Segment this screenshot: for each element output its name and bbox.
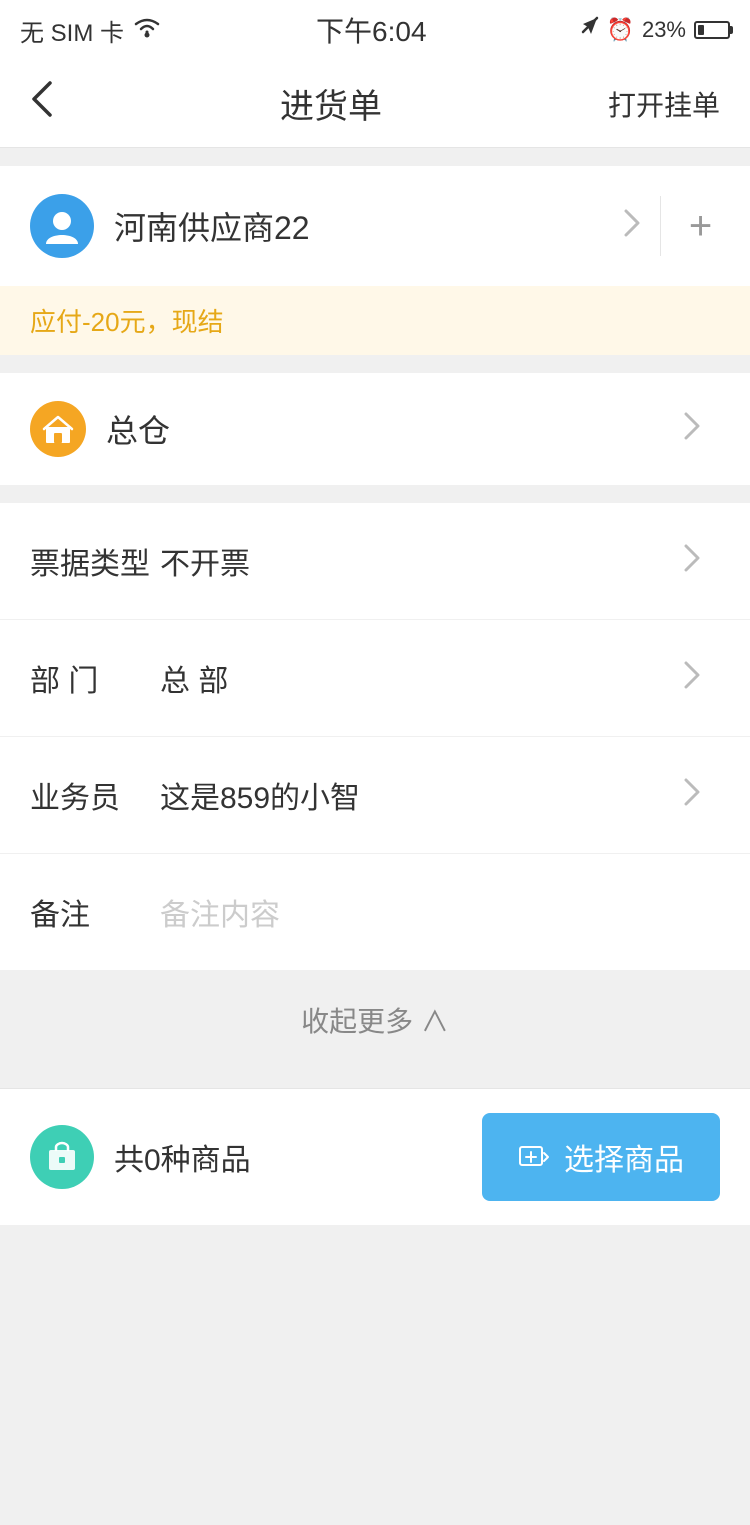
product-bar: 共0种商品 选择商品	[0, 1088, 750, 1225]
select-product-label: 选择商品	[564, 1135, 684, 1179]
supplier-row[interactable]: 河南供应商22 +	[0, 166, 750, 286]
supplier-section: 河南供应商22 + 应付-20元，现结	[0, 166, 750, 355]
warehouse-name: 总仓	[106, 406, 684, 452]
salesperson-row[interactable]: 业务员 这是859的小智	[0, 736, 750, 853]
supplier-name: 河南供应商22	[114, 203, 624, 249]
supplier-avatar	[30, 194, 94, 258]
salesperson-value: 这是859的小智	[160, 773, 684, 817]
carrier-label: 无 SIM 卡	[20, 13, 124, 48]
salesperson-label: 业务员	[30, 773, 160, 817]
gap-3	[0, 485, 750, 503]
department-chevron-icon	[684, 661, 700, 696]
warehouse-icon	[30, 401, 86, 457]
form-section: 票据类型 不开票 部 门 总 部 业务员 这是859的小智 备注 备注内容	[0, 503, 750, 970]
status-left: 无 SIM 卡	[20, 13, 162, 48]
wifi-icon	[132, 16, 162, 45]
salesperson-chevron-icon	[684, 778, 700, 813]
warehouse-row[interactable]: 总仓	[0, 373, 750, 485]
department-row[interactable]: 部 门 总 部	[0, 619, 750, 736]
page-title: 进货单	[280, 79, 382, 128]
invoice-type-value: 不开票	[160, 539, 684, 583]
remark-label: 备注	[30, 890, 160, 934]
battery-percent: 23%	[642, 17, 686, 43]
department-value: 总 部	[160, 656, 684, 700]
warehouse-chevron-icon	[684, 412, 700, 447]
collapse-label: 收起更多 ∧	[301, 1006, 449, 1037]
collapse-row[interactable]: 收起更多 ∧	[0, 970, 750, 1070]
open-pending-button[interactable]: 打开挂单	[608, 84, 720, 124]
nav-bar: 进货单 打开挂单	[0, 60, 750, 148]
location-icon	[581, 16, 599, 44]
notice-bar: 应付-20元，现结	[0, 286, 750, 355]
main-background	[0, 1225, 750, 1525]
status-bar: 无 SIM 卡 下午6:04 ⏰ 23%	[0, 0, 750, 60]
notice-text: 应付-20元，现结	[30, 307, 224, 337]
invoice-type-chevron-icon	[684, 544, 700, 579]
department-label: 部 门	[30, 656, 160, 700]
back-button[interactable]	[30, 79, 54, 128]
gap-2	[0, 355, 750, 373]
remark-row[interactable]: 备注 备注内容	[0, 853, 750, 970]
invoice-type-row[interactable]: 票据类型 不开票	[0, 503, 750, 619]
select-product-button[interactable]: 选择商品	[482, 1113, 720, 1201]
remark-input[interactable]: 备注内容	[160, 890, 720, 934]
supplier-chevron-icon	[624, 209, 640, 244]
add-supplier-button[interactable]: +	[660, 196, 720, 256]
status-time: 下午6:04	[316, 10, 427, 50]
product-count: 共0种商品	[114, 1135, 482, 1179]
gap-1	[0, 148, 750, 166]
warehouse-section[interactable]: 总仓	[0, 373, 750, 485]
status-right: ⏰ 23%	[581, 16, 730, 44]
invoice-type-label: 票据类型	[30, 539, 160, 583]
battery-icon	[694, 21, 730, 39]
product-icon	[30, 1125, 94, 1189]
alarm-icon: ⏰	[607, 17, 634, 43]
gap-4	[0, 1070, 750, 1088]
